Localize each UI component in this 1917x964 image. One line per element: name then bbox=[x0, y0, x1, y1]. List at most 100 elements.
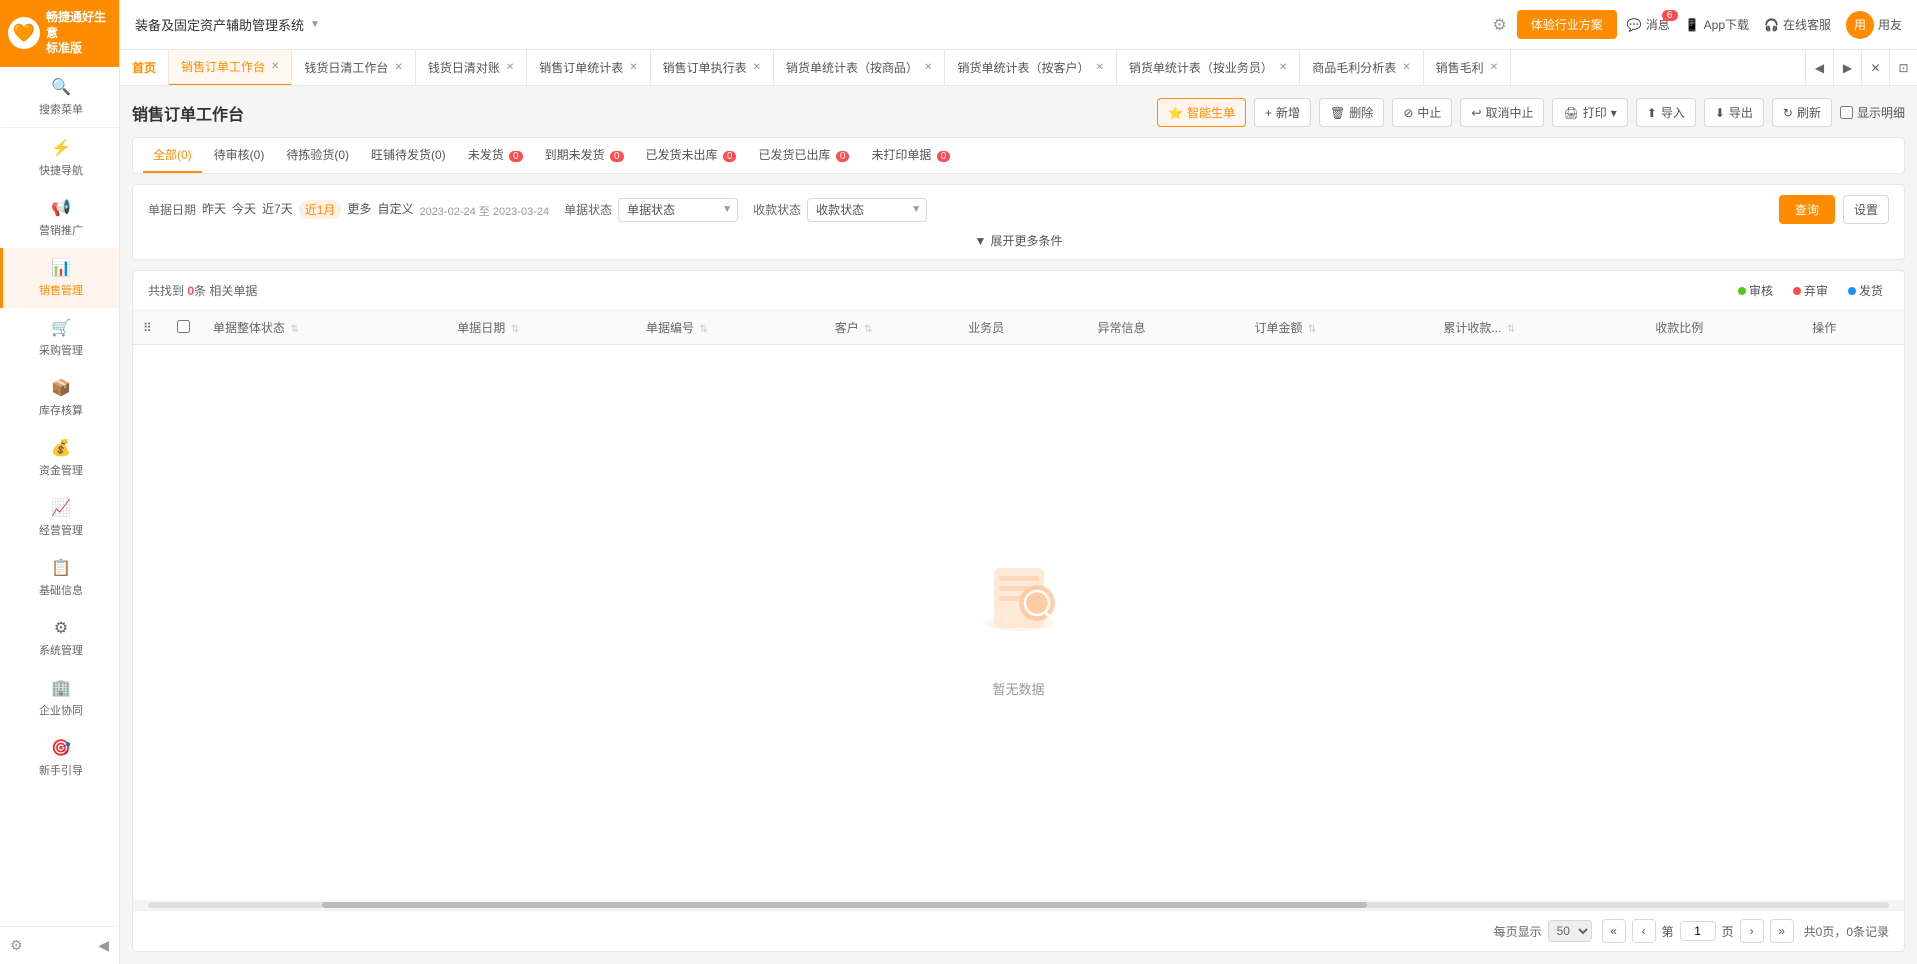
tab-cash-daily-close-icon[interactable]: ✕ bbox=[394, 62, 402, 73]
subtab-wangpu-ship[interactable]: 旺铺待发货(0) bbox=[361, 138, 456, 173]
filter-expand-arrow-icon: ▼ bbox=[975, 234, 987, 248]
sidebar-item-sales[interactable]: 📊 销售管理 bbox=[0, 248, 119, 308]
col-amount-sort-icon[interactable]: ⇅ bbox=[1308, 324, 1316, 335]
tab-sales-exec[interactable]: 销售订单执行表 ✕ bbox=[651, 50, 774, 86]
tabs-expand-btn[interactable]: ⊡ bbox=[1889, 50, 1917, 86]
topbar-settings-icon[interactable]: ⚙ bbox=[1492, 15, 1506, 35]
sidebar-item-finance[interactable]: 💰 资金管理 bbox=[0, 428, 119, 488]
pagination-next-btn[interactable]: › bbox=[1740, 919, 1764, 943]
print-label: 打印 bbox=[1583, 104, 1607, 121]
tab-sales-customer-stats[interactable]: 销货单统计表（按客户） ✕ bbox=[945, 50, 1116, 86]
delete-button[interactable]: 🗑 删除 bbox=[1319, 98, 1384, 127]
tab-sales-stats-close-icon[interactable]: ✕ bbox=[629, 62, 637, 73]
col-number-sort-icon[interactable]: ⇅ bbox=[699, 324, 707, 335]
filter-date-1month[interactable]: 近1月 bbox=[299, 200, 342, 219]
sidebar-item-quick-nav[interactable]: ⚡ 快捷导航 bbox=[0, 128, 119, 188]
filter-expand-button[interactable]: ▼ 展开更多条件 bbox=[975, 232, 1063, 249]
table-review-btn[interactable]: 审核 bbox=[1732, 279, 1779, 302]
tabs-prev-btn[interactable]: ◀ bbox=[1805, 50, 1833, 86]
col-customer-label: 客户 bbox=[835, 321, 859, 335]
print-button[interactable]: 🖨 打印 ▾ bbox=[1552, 98, 1627, 127]
show-detail-checkbox-label[interactable]: 显示明细 bbox=[1840, 104, 1905, 121]
tabs-close-btn[interactable]: ✕ bbox=[1861, 50, 1889, 86]
horizontal-scrollbar[interactable] bbox=[133, 900, 1904, 910]
pagination-page-input[interactable] bbox=[1680, 921, 1716, 941]
settings-bottom-icon[interactable]: ⚙ bbox=[10, 937, 23, 954]
subtab-shipped-not-warehouse[interactable]: 已发货未出库 0 bbox=[636, 138, 747, 173]
page-size-select[interactable]: 50 bbox=[1548, 920, 1592, 942]
sidebar-item-operations[interactable]: 📈 经营管理 bbox=[0, 488, 119, 548]
sidebar-item-marketing[interactable]: 📢 营销推广 bbox=[0, 188, 119, 248]
tab-sales-product-close-icon[interactable]: ✕ bbox=[924, 62, 932, 73]
show-detail-checkbox[interactable] bbox=[1840, 106, 1853, 119]
tab-cash-reconcile-close-icon[interactable]: ✕ bbox=[506, 62, 514, 73]
tabs-next-btn[interactable]: ▶ bbox=[1833, 50, 1861, 86]
sidebar-item-base-info[interactable]: 📋 基础信息 bbox=[0, 548, 119, 608]
sidebar-item-enterprise[interactable]: 🏢 企业协同 bbox=[0, 668, 119, 728]
subtab-shipped-warehouse[interactable]: 已发货已出库 0 bbox=[748, 138, 859, 173]
tab-product-margin[interactable]: 商品毛利分析表 ✕ bbox=[1300, 50, 1423, 86]
add-button[interactable]: + 新增 bbox=[1254, 98, 1311, 127]
subtab-pending-check[interactable]: 待拣验货(0) bbox=[276, 138, 359, 173]
col-customer-sort-icon[interactable]: ⇅ bbox=[864, 324, 872, 335]
col-date-sort-icon[interactable]: ⇅ bbox=[511, 324, 519, 335]
table-ship-btn[interactable]: 发货 bbox=[1842, 279, 1889, 302]
topbar-online-service[interactable]: 🎧 在线客服 bbox=[1764, 16, 1831, 33]
pagination-last-btn[interactable]: » bbox=[1770, 919, 1794, 943]
sidebar-item-inventory[interactable]: 📦 库存核算 bbox=[0, 368, 119, 428]
subtab-all[interactable]: 全部(0) bbox=[143, 138, 202, 173]
hscroll-thumb[interactable] bbox=[322, 902, 1367, 908]
sidebar-item-search[interactable]: 🔍 搜索菜单 bbox=[0, 67, 119, 128]
subtab-overdue-ship[interactable]: 到期未发货 0 bbox=[535, 138, 634, 173]
filter-date-yesterday[interactable]: 昨天 bbox=[202, 200, 226, 219]
filter-date-7days[interactable]: 近7天 bbox=[262, 200, 293, 219]
tab-sales-staff-close-icon[interactable]: ✕ bbox=[1279, 62, 1287, 73]
cancel-pause-button[interactable]: ↩ 取消中止 bbox=[1460, 98, 1544, 127]
tab-sales-more[interactable]: 销售毛利 ✕ bbox=[1424, 50, 1511, 86]
pause-button[interactable]: ⊘ 中止 bbox=[1392, 98, 1452, 127]
import-button[interactable]: ⬆ 导入 bbox=[1636, 98, 1696, 127]
filter-setting-button[interactable]: 设置 bbox=[1843, 195, 1889, 224]
industry-solution-button[interactable]: 体验行业方案 bbox=[1517, 10, 1617, 39]
tab-cash-daily[interactable]: 钱货日清工作台 ✕ bbox=[292, 50, 415, 86]
filter-status-select[interactable]: 单据状态 bbox=[618, 198, 738, 222]
topbar-message-item[interactable]: 💬 消息 6 bbox=[1627, 16, 1670, 33]
pagination-prev-btn[interactable]: ‹ bbox=[1632, 919, 1656, 943]
pagination-first-btn[interactable]: « bbox=[1602, 919, 1626, 943]
smart-create-button[interactable]: ⭐ 智能生单 bbox=[1157, 98, 1246, 127]
tab-sales-workbench[interactable]: 销售订单工作台 ✕ bbox=[169, 50, 292, 86]
col-check[interactable] bbox=[163, 311, 203, 345]
col-status-sort-icon[interactable]: ⇅ bbox=[290, 324, 298, 335]
subtab-pending-review[interactable]: 待审核(0) bbox=[204, 138, 275, 173]
sidebar-item-newbie[interactable]: 🎯 新手引导 bbox=[0, 728, 119, 788]
filter-date-custom[interactable]: 自定义 bbox=[377, 200, 413, 219]
subtab-not-shipped[interactable]: 未发货 0 bbox=[458, 138, 533, 173]
sidebar-item-purchase[interactable]: 🛒 采购管理 bbox=[0, 308, 119, 368]
filter-date-today[interactable]: 今天 bbox=[232, 200, 256, 219]
subtab-not-printed[interactable]: 未打印单据 0 bbox=[861, 138, 960, 173]
tab-home[interactable]: 首页 bbox=[120, 50, 169, 86]
export-button[interactable]: ⬇ 导出 bbox=[1704, 98, 1764, 127]
tab-sales-more-close-icon[interactable]: ✕ bbox=[1490, 62, 1498, 73]
filter-query-button[interactable]: 查询 bbox=[1779, 195, 1835, 224]
tab-sales-staff-stats[interactable]: 销货单统计表（按业务员） ✕ bbox=[1117, 50, 1300, 86]
filter-payment-select[interactable]: 收款状态 bbox=[807, 198, 927, 222]
app-download-icon: 📱 bbox=[1685, 18, 1700, 32]
tab-sales-customer-close-icon[interactable]: ✕ bbox=[1095, 62, 1103, 73]
topbar-user[interactable]: 用 用友 bbox=[1846, 11, 1902, 39]
filter-date-more[interactable]: 更多 bbox=[347, 200, 371, 219]
tab-sales-exec-close-icon[interactable]: ✕ bbox=[753, 62, 761, 73]
collapse-icon[interactable]: ◀ bbox=[98, 937, 109, 954]
tab-cash-reconcile[interactable]: 钱货日清对账 ✕ bbox=[416, 50, 527, 86]
col-cumulative-sort-icon[interactable]: ⇅ bbox=[1507, 324, 1515, 335]
tab-sales-product-stats[interactable]: 销货单统计表（按商品） ✕ bbox=[774, 50, 945, 86]
tab-sales-workbench-close-icon[interactable]: ✕ bbox=[271, 61, 279, 72]
table-cancel-review-btn[interactable]: 弃审 bbox=[1787, 279, 1834, 302]
tab-product-margin-close-icon[interactable]: ✕ bbox=[1402, 62, 1410, 73]
sidebar-item-system[interactable]: ⚙ 系统管理 bbox=[0, 608, 119, 668]
topbar-app-download[interactable]: 📱 App下载 bbox=[1685, 16, 1749, 33]
tab-sales-stats[interactable]: 销售订单统计表 ✕ bbox=[527, 50, 650, 86]
refresh-button[interactable]: ↻ 刷新 bbox=[1772, 98, 1832, 127]
tab-sales-stats-label: 销售订单统计表 bbox=[539, 59, 623, 76]
select-all-checkbox[interactable] bbox=[177, 320, 190, 333]
